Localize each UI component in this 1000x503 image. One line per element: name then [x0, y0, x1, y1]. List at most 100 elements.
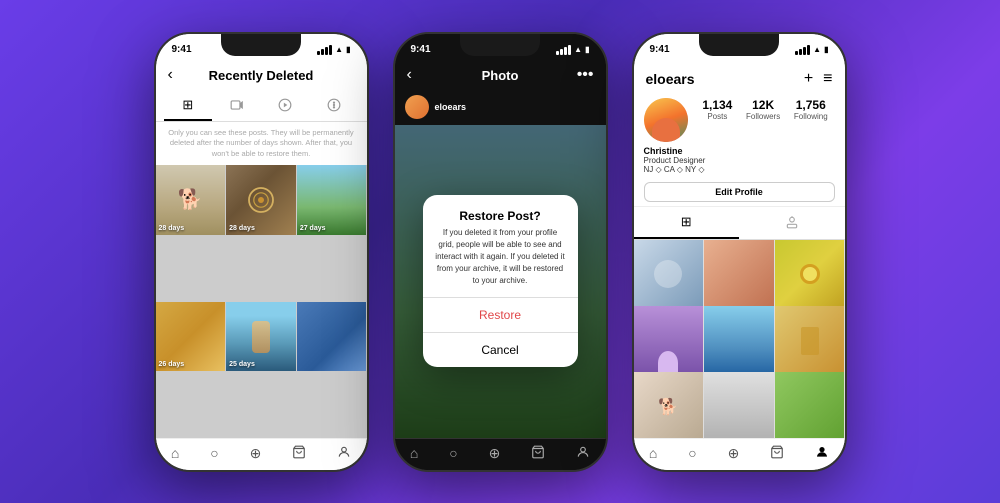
- battery-icon: ▮: [824, 45, 828, 54]
- grid-photo-1[interactable]: [634, 240, 704, 310]
- nav-search-icon[interactable]: ○: [449, 445, 457, 461]
- bio-name: Christine: [644, 146, 835, 156]
- stat-following[interactable]: 1,756 Following: [794, 98, 828, 121]
- bio-location: NJ ◇ CA ◇ NY ◇: [644, 165, 835, 174]
- tab-reels[interactable]: [261, 89, 310, 121]
- battery-icon: ▮: [346, 45, 350, 54]
- photo-cell-4[interactable]: 26 days: [156, 302, 226, 372]
- tab-more[interactable]: [310, 89, 359, 121]
- stats-row: 1,134 Posts 12K Followers 1,756 Followin…: [696, 98, 835, 121]
- followers-count: 12K: [746, 98, 780, 112]
- nav-add-icon[interactable]: ⊕: [728, 445, 740, 462]
- back-button[interactable]: ‹: [407, 66, 412, 84]
- bio-role: Product Designer: [644, 156, 835, 165]
- battery-icon: ▮: [585, 45, 589, 54]
- grid-photo-5[interactable]: [704, 306, 774, 376]
- phone-profile: 9:41 ▲ ▮ eloears + ≡: [632, 32, 847, 472]
- tab-video[interactable]: [212, 89, 261, 121]
- back-button[interactable]: ‹: [168, 66, 173, 84]
- status-icons: ▲ ▮: [317, 45, 350, 55]
- day-label-5: 25 days: [229, 361, 255, 368]
- info-text: Only you can see these posts. They will …: [156, 122, 367, 166]
- nav-profile-icon[interactable]: [337, 445, 351, 462]
- signal-icon: [795, 45, 810, 55]
- nav-profile-icon[interactable]: [815, 445, 829, 462]
- edit-profile-button[interactable]: Edit Profile: [644, 182, 835, 202]
- page-header: ‹ Recently Deleted: [156, 62, 367, 89]
- profile-info: 1,134 Posts 12K Followers 1,756 Followin…: [634, 92, 845, 146]
- nav-shop-icon[interactable]: [531, 445, 545, 462]
- wifi-icon: ▲: [813, 45, 821, 54]
- grid-photo-7[interactable]: 🐕: [634, 372, 704, 437]
- photo-cell-2[interactable]: 28 days: [226, 165, 296, 235]
- phone-screen: 9:41 ▲ ▮ ‹ Photo ••• eloears: [395, 34, 606, 470]
- nav-search-icon[interactable]: ○: [688, 445, 696, 461]
- phone-recently-deleted: 9:41 ▲ ▮ ‹ Recently Deleted ⊞: [154, 32, 369, 472]
- nav-home-icon[interactable]: ⌂: [171, 445, 179, 461]
- phone-screen: 9:41 ▲ ▮ eloears + ≡: [634, 34, 845, 470]
- stat-followers[interactable]: 12K Followers: [746, 98, 780, 121]
- photo-cell-3[interactable]: 27 days: [297, 165, 367, 235]
- page-title: Photo: [482, 68, 519, 83]
- status-icons: ▲ ▮: [795, 45, 828, 55]
- signal-icon: [556, 45, 571, 55]
- nav-home-icon[interactable]: ⌂: [649, 445, 657, 461]
- grid-photo-4[interactable]: [634, 306, 704, 376]
- signal-icon: [317, 45, 332, 55]
- profile-bio: Christine Product Designer NJ ◇ CA ◇ NY …: [634, 146, 845, 178]
- status-time: 9:41: [650, 44, 670, 55]
- grid-photo-3[interactable]: [775, 240, 845, 310]
- profile-photo-grid: 🐕: [634, 240, 845, 438]
- tab-grid[interactable]: ⊞: [164, 89, 213, 121]
- page-header: ‹ Photo •••: [395, 62, 606, 89]
- profile-tab-bar: ⊞: [634, 206, 845, 240]
- grid-photo-6[interactable]: [775, 306, 845, 376]
- photo-cell-1[interactable]: 🐕 28 days: [156, 165, 226, 235]
- modal-title: Restore Post?: [423, 195, 578, 227]
- bottom-nav: ⌂ ○ ⊕: [634, 438, 845, 470]
- add-post-icon[interactable]: +: [804, 70, 813, 88]
- profile-header: eloears + ≡: [634, 62, 845, 92]
- tab-bar: ⊞: [156, 89, 367, 122]
- posts-label: Posts: [702, 112, 732, 121]
- avatar: [644, 98, 688, 142]
- nav-shop-icon[interactable]: [292, 445, 306, 462]
- nav-home-icon[interactable]: ⌂: [410, 445, 418, 461]
- phone-restore-modal: 9:41 ▲ ▮ ‹ Photo ••• eloears: [393, 32, 608, 472]
- tab-tagged[interactable]: [739, 207, 845, 239]
- phone-notch: [460, 34, 540, 56]
- day-label-2: 28 days: [229, 225, 255, 232]
- bottom-nav: ⌂ ○ ⊕: [156, 438, 367, 470]
- following-count: 1,756: [794, 98, 828, 112]
- stat-posts: 1,134 Posts: [702, 98, 732, 121]
- followers-label: Followers: [746, 112, 780, 121]
- nav-add-icon[interactable]: ⊕: [489, 445, 501, 462]
- modal-overlay: Restore Post? If you deleted it from you…: [395, 125, 606, 438]
- grid-photo-2[interactable]: [704, 240, 774, 310]
- phone-notch: [221, 34, 301, 56]
- phone-notch: [699, 34, 779, 56]
- nav-shop-icon[interactable]: [770, 445, 784, 462]
- photo-cell-5[interactable]: 25 days: [226, 302, 296, 372]
- nav-profile-icon[interactable]: [576, 445, 590, 462]
- nav-search-icon[interactable]: ○: [210, 445, 218, 461]
- status-icons: ▲ ▮: [556, 45, 589, 55]
- post-user-row: eloears: [395, 89, 606, 125]
- photo-grid: 🐕 28 days 28 days 27 days 26 days: [156, 165, 367, 438]
- grid-photo-8[interactable]: [704, 372, 774, 437]
- photo-cell-6[interactable]: [297, 302, 367, 372]
- tab-grid[interactable]: ⊞: [634, 207, 740, 239]
- more-options-button[interactable]: •••: [577, 66, 594, 84]
- username-label: eloears: [435, 102, 467, 112]
- page-title: Recently Deleted: [209, 68, 314, 83]
- menu-icon[interactable]: ≡: [823, 70, 832, 88]
- grid-photo-9[interactable]: [775, 372, 845, 437]
- posts-count: 1,134: [702, 98, 732, 112]
- nav-add-icon[interactable]: ⊕: [250, 445, 262, 462]
- restore-button[interactable]: Restore: [423, 298, 578, 332]
- photo-area: Restore Post? If you deleted it from you…: [395, 125, 606, 438]
- day-label-3: 27 days: [300, 225, 326, 232]
- cancel-button[interactable]: Cancel: [423, 333, 578, 367]
- header-actions: + ≡: [804, 70, 833, 88]
- following-label: Following: [794, 112, 828, 121]
